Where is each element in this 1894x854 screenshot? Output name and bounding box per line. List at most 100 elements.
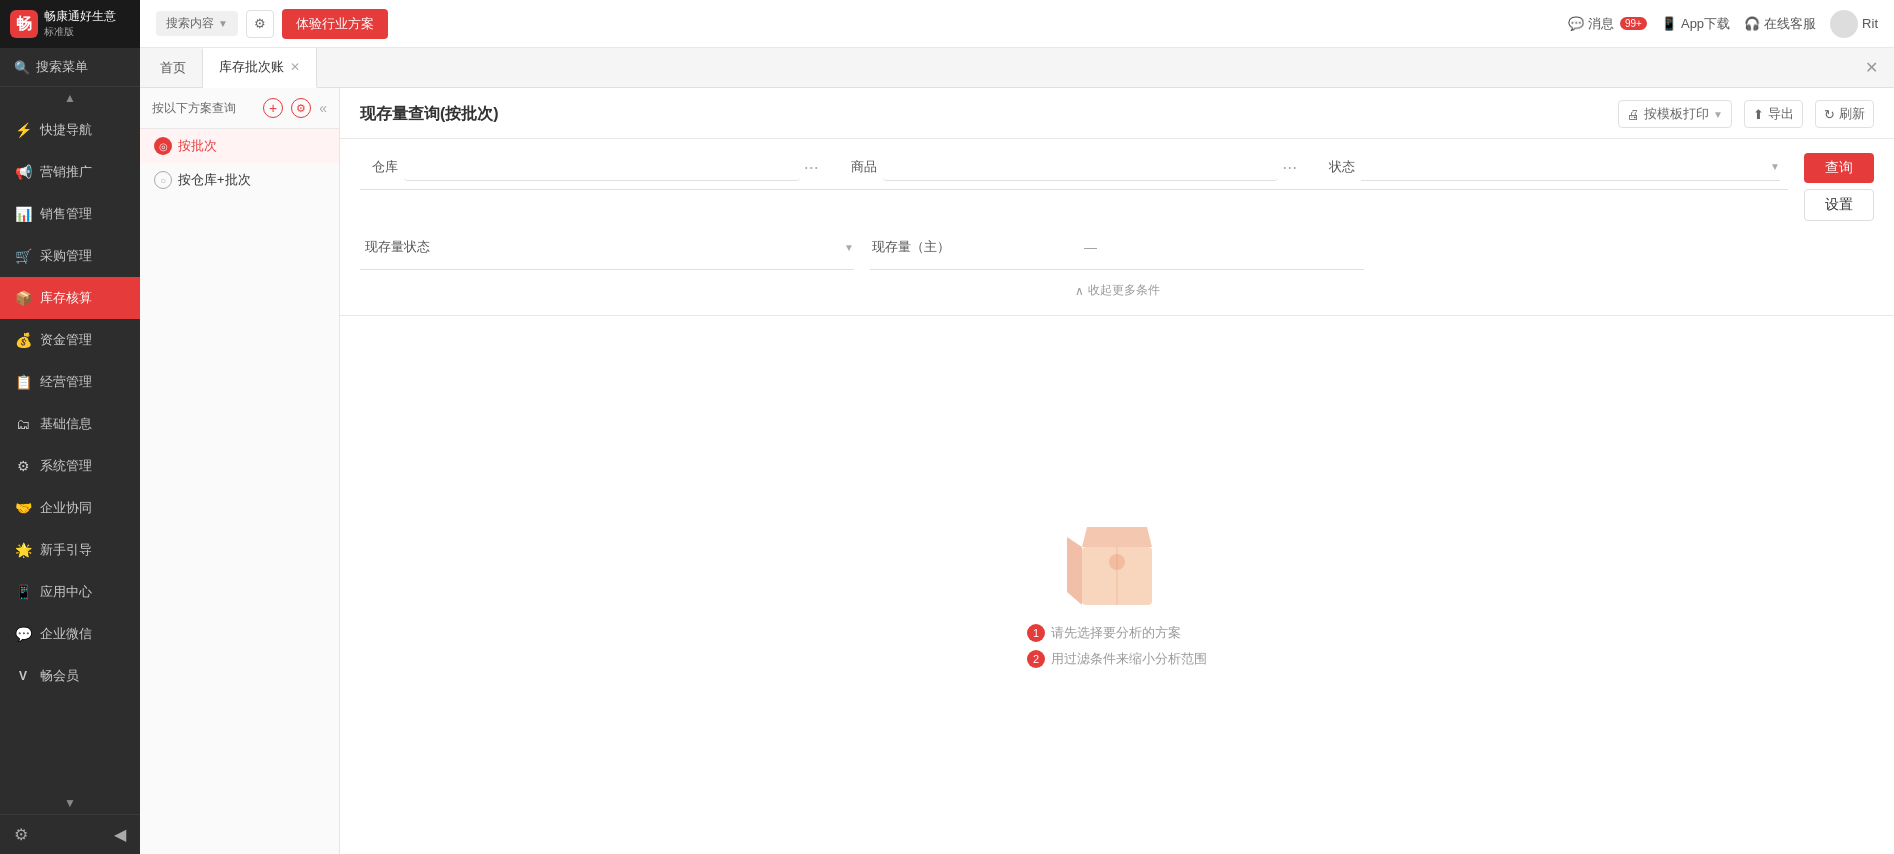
sidebar-item-label: 营销推广 bbox=[40, 163, 92, 181]
app-brand: 畅康通好生意 bbox=[44, 9, 116, 25]
service-label: 在线客服 bbox=[1764, 15, 1816, 33]
inventory-qty-label: 现存量（主） bbox=[870, 238, 950, 256]
sidebar: 畅 畅康通好生意 标准版 🔍 搜索菜单 ▲ ⚡ 快捷导航 📢 营销推广 📊 销售… bbox=[0, 0, 140, 854]
export-label: 导出 bbox=[1768, 105, 1794, 123]
sidebar-item-label: 系统管理 bbox=[40, 457, 92, 475]
inventory-status-dropdown[interactable]: ▼ bbox=[436, 233, 854, 261]
plan-icon-filled: ◎ bbox=[154, 137, 172, 155]
inventory-qty-to-input[interactable] bbox=[1105, 233, 1225, 261]
product-label: 商品 bbox=[839, 158, 877, 176]
sidebar-scroll-down-btn[interactable]: ▼ bbox=[0, 792, 140, 814]
export-btn[interactable]: ⬆ 导出 bbox=[1744, 100, 1803, 128]
sidebar-item-inventory[interactable]: 📦 库存核算 bbox=[0, 277, 140, 319]
operations-icon: 📋 bbox=[14, 373, 32, 391]
inventory-status-dropdown-icon: ▼ bbox=[844, 242, 854, 253]
sidebar-item-finance[interactable]: 💰 资金管理 bbox=[0, 319, 140, 361]
status-dropdown[interactable]: ▼ bbox=[1361, 153, 1780, 181]
collapse-sidebar-icon[interactable]: ◀ bbox=[114, 825, 126, 844]
sidebar-item-quick-nav[interactable]: ⚡ 快捷导航 bbox=[0, 109, 140, 151]
sidebar-item-marketing[interactable]: 📢 营销推广 bbox=[0, 151, 140, 193]
header-actions: 🖨 按模板打印 ▼ ⬆ 导出 ↻ 刷新 bbox=[1618, 100, 1874, 128]
plan-item-by-warehouse-batch[interactable]: ○ 按仓库+批次 bbox=[140, 163, 339, 197]
sidebar-item-label: 新手引导 bbox=[40, 541, 92, 559]
left-panel-header: 按以下方案查询 + ⚙ « bbox=[140, 88, 339, 129]
empty-box-svg bbox=[1062, 512, 1172, 612]
tab-inventory-batch-label: 库存批次账 bbox=[219, 58, 284, 76]
plan-label: 按批次 bbox=[178, 137, 217, 155]
collapse-more-btn[interactable]: ∧ 收起更多条件 bbox=[360, 274, 1874, 301]
collapse-left-panel-btn[interactable]: « bbox=[319, 100, 327, 116]
empty-step-1: 1 请先选择要分析的方案 bbox=[1027, 624, 1207, 642]
plan-label: 按仓库+批次 bbox=[178, 171, 251, 189]
message-btn[interactable]: 💬 消息 99+ bbox=[1568, 15, 1647, 33]
sidebar-search[interactable]: 🔍 搜索菜单 bbox=[0, 48, 140, 87]
sidebar-item-label: 企业微信 bbox=[40, 625, 92, 643]
sidebar-item-label: 快捷导航 bbox=[40, 121, 92, 139]
sidebar-item-label: 基础信息 bbox=[40, 415, 92, 433]
settings-gear-btn[interactable]: ⚙ bbox=[246, 10, 274, 38]
product-input[interactable] bbox=[883, 153, 1279, 181]
sidebar-item-label: 库存核算 bbox=[40, 289, 92, 307]
printer-icon: 🖨 bbox=[1627, 107, 1640, 122]
sidebar-item-appstore[interactable]: 📱 应用中心 bbox=[0, 571, 140, 613]
sidebar-item-sales[interactable]: 📊 销售管理 bbox=[0, 193, 140, 235]
sidebar-scroll-up-btn[interactable]: ▲ bbox=[0, 87, 140, 109]
status-label: 状态 bbox=[1317, 158, 1355, 176]
main-area: 搜索内容 ▼ ⚙ 体验行业方案 💬 消息 99+ 📱 App下载 🎧 在线客服 bbox=[140, 0, 1894, 854]
sidebar-header: 畅 畅康通好生意 标准版 bbox=[0, 0, 140, 48]
sidebar-item-enterprise[interactable]: 🤝 企业协同 bbox=[0, 487, 140, 529]
sidebar-item-label: 畅会员 bbox=[40, 667, 79, 685]
sidebar-item-operations[interactable]: 📋 经营管理 bbox=[0, 361, 140, 403]
sidebar-item-basic[interactable]: 🗂 基础信息 bbox=[0, 403, 140, 445]
app-download-btn[interactable]: 📱 App下载 bbox=[1661, 15, 1730, 33]
settings-btn[interactable]: 设置 bbox=[1804, 189, 1874, 221]
filter-area: 仓库 ··· 商品 ··· 状态 ▼ bbox=[340, 139, 1894, 316]
svg-point-4 bbox=[1109, 554, 1125, 570]
product-more-btn[interactable]: ··· bbox=[1278, 157, 1301, 178]
sidebar-item-label: 资金管理 bbox=[40, 331, 92, 349]
sidebar-items-list: ⚡ 快捷导航 📢 营销推广 📊 销售管理 🛒 采购管理 📦 库存核算 💰 资金管… bbox=[0, 109, 140, 792]
sidebar-item-label: 应用中心 bbox=[40, 583, 92, 601]
topbar: 搜索内容 ▼ ⚙ 体验行业方案 💬 消息 99+ 📱 App下载 🎧 在线客服 bbox=[140, 0, 1894, 48]
plan-item-by-batch[interactable]: ◎ 按批次 bbox=[140, 129, 339, 163]
sidebar-item-newbie[interactable]: 🌟 新手引导 bbox=[0, 529, 140, 571]
warehouse-label: 仓库 bbox=[360, 158, 398, 176]
add-plan-btn[interactable]: + bbox=[263, 98, 283, 118]
sidebar-item-member[interactable]: V 畅会员 bbox=[0, 655, 140, 697]
basic-icon: 🗂 bbox=[14, 415, 32, 433]
empty-illustration bbox=[1057, 502, 1177, 612]
finance-icon: 💰 bbox=[14, 331, 32, 349]
left-panel-title: 按以下方案查询 bbox=[152, 100, 236, 117]
avatar bbox=[1830, 10, 1858, 38]
service-btn[interactable]: 🎧 在线客服 bbox=[1744, 15, 1816, 33]
empty-steps: 1 请先选择要分析的方案 2 用过滤条件来缩小分析范围 bbox=[1027, 624, 1207, 668]
sidebar-search-label: 搜索菜单 bbox=[36, 58, 88, 76]
experience-btn[interactable]: 体验行业方案 bbox=[282, 9, 388, 39]
topbar-left: 搜索内容 ▼ ⚙ 体验行业方案 bbox=[156, 9, 1558, 39]
sidebar-item-label: 销售管理 bbox=[40, 205, 92, 223]
tab-inventory-batch[interactable]: 库存批次账 ✕ bbox=[203, 48, 317, 88]
warehouse-input[interactable] bbox=[404, 153, 800, 181]
tab-home[interactable]: 首页 bbox=[140, 49, 203, 87]
warehouse-more-btn[interactable]: ··· bbox=[800, 157, 823, 178]
settings-icon[interactable]: ⚙ bbox=[14, 825, 28, 844]
user-profile-btn[interactable]: Rit bbox=[1830, 10, 1878, 38]
sidebar-item-wechat[interactable]: 💬 企业微信 bbox=[0, 613, 140, 655]
enterprise-icon: 🤝 bbox=[14, 499, 32, 517]
plus-icon: + bbox=[269, 100, 277, 116]
tab-close-all-btn[interactable]: ✕ bbox=[1849, 48, 1894, 87]
inventory-qty-from-input[interactable] bbox=[956, 233, 1076, 261]
sidebar-item-system[interactable]: ⚙ 系统管理 bbox=[0, 445, 140, 487]
breadcrumb[interactable]: 搜索内容 ▼ bbox=[156, 11, 238, 36]
sidebar-item-purchase[interactable]: 🛒 采购管理 bbox=[0, 235, 140, 277]
print-btn[interactable]: 🖨 按模板打印 ▼ bbox=[1618, 100, 1732, 128]
sidebar-footer: ⚙ ◀ bbox=[0, 814, 140, 854]
username-label: Rit bbox=[1862, 16, 1878, 31]
query-btn[interactable]: 查询 bbox=[1804, 153, 1874, 183]
sidebar-item-label: 采购管理 bbox=[40, 247, 92, 265]
headset-icon: 🎧 bbox=[1744, 16, 1760, 31]
step-2-num: 2 bbox=[1027, 650, 1045, 668]
edit-plan-btn[interactable]: ⚙ bbox=[291, 98, 311, 118]
refresh-btn[interactable]: ↻ 刷新 bbox=[1815, 100, 1874, 128]
tab-close-icon[interactable]: ✕ bbox=[290, 60, 300, 74]
